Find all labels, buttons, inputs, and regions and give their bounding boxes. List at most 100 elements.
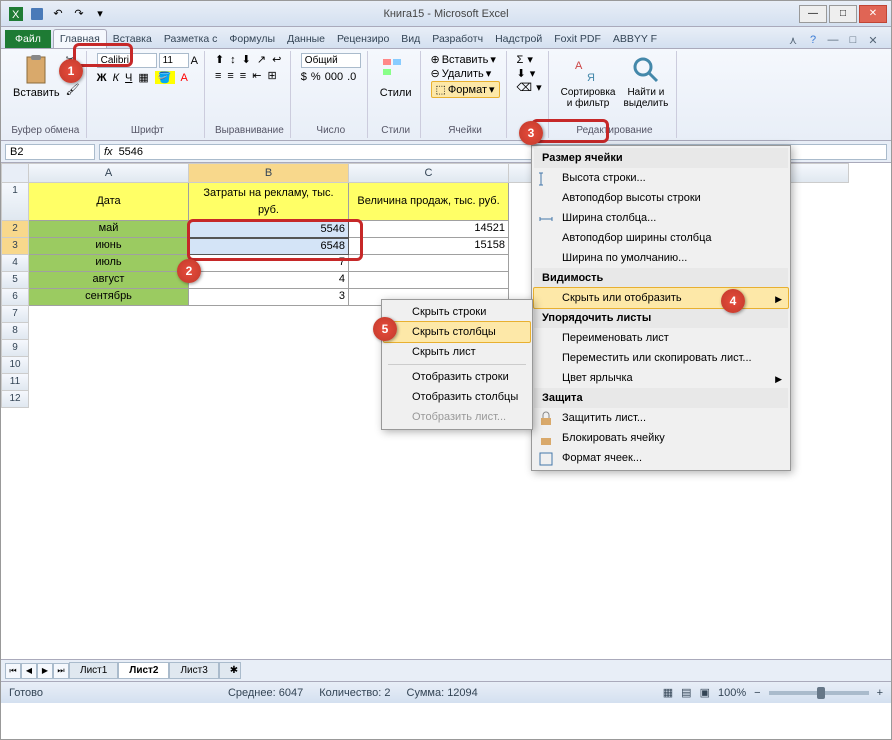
inc-dec-icon[interactable]: .0 xyxy=(347,71,356,83)
format-cells-button[interactable]: ⬚Формат▾ xyxy=(431,81,500,98)
tab-review[interactable]: Рецензиро xyxy=(331,30,395,48)
tab-home[interactable]: Главная xyxy=(53,29,107,48)
menu-autofit-col[interactable]: Автоподбор ширины столбца xyxy=(534,228,788,248)
save-icon[interactable] xyxy=(28,5,46,23)
submenu-show-sheet[interactable]: Отобразить лист... xyxy=(384,407,530,427)
font-size-combo[interactable]: 11 xyxy=(159,53,189,68)
font-color-icon[interactable]: A xyxy=(181,72,188,84)
zoom-level[interactable]: 100% xyxy=(718,687,746,699)
help-icon[interactable]: ? xyxy=(805,32,821,48)
align-right-icon[interactable]: ≡ xyxy=(240,70,246,82)
sheet-tab-2[interactable]: Лист2 xyxy=(118,662,169,679)
sheet-nav-next[interactable]: ▶ xyxy=(37,663,53,679)
row-header-5[interactable]: 5 xyxy=(1,272,29,289)
align-mid-icon[interactable]: ↕ xyxy=(230,54,236,66)
tab-foxit[interactable]: Foxit PDF xyxy=(548,30,607,48)
menu-tab-color[interactable]: Цвет ярлычка▶ xyxy=(534,368,788,388)
minimize-button[interactable]: — xyxy=(799,5,827,23)
percent-icon[interactable]: % xyxy=(311,71,321,83)
row-header-2[interactable]: 2 xyxy=(1,221,29,238)
qat-more-icon[interactable]: ▾ xyxy=(91,5,109,23)
sheet-tab-3[interactable]: Лист3 xyxy=(169,662,218,679)
doc-close-icon[interactable]: ✕ xyxy=(865,32,881,48)
tab-data[interactable]: Данные xyxy=(281,30,331,48)
menu-hide-show[interactable]: Скрыть или отобразить▶ xyxy=(533,287,789,309)
tab-addins[interactable]: Надстрой xyxy=(489,30,548,48)
doc-minimize-icon[interactable]: — xyxy=(825,32,841,48)
view-normal-icon[interactable]: ▦ xyxy=(663,686,673,699)
sheet-nav-prev[interactable]: ◀ xyxy=(21,663,37,679)
col-header-c[interactable]: C xyxy=(349,163,509,183)
fill-color-icon[interactable]: 🪣 xyxy=(155,71,175,84)
row-header-8[interactable]: 8 xyxy=(1,323,29,340)
submenu-hide-cols[interactable]: Скрыть столбцы xyxy=(383,321,531,343)
font-name-combo[interactable]: Calibri xyxy=(97,53,157,68)
name-box[interactable] xyxy=(5,144,95,160)
currency-icon[interactable]: $ xyxy=(301,71,307,83)
select-all-corner[interactable] xyxy=(1,163,29,183)
align-left-icon[interactable]: ≡ xyxy=(215,70,221,82)
tab-insert[interactable]: Вставка xyxy=(107,30,158,48)
comma-icon[interactable]: 000 xyxy=(325,71,343,83)
grow-font-icon[interactable]: A xyxy=(191,55,198,67)
border-icon[interactable]: ▦ xyxy=(138,71,148,84)
row-header-9[interactable]: 9 xyxy=(1,340,29,357)
row-header-1[interactable]: 1 xyxy=(1,183,29,221)
col-header-b[interactable]: B xyxy=(189,163,349,183)
styles-button[interactable]: Стили xyxy=(378,53,414,101)
view-break-icon[interactable]: ▣ xyxy=(700,686,710,699)
orientation-icon[interactable]: ↗ xyxy=(257,53,266,66)
submenu-hide-sheet[interactable]: Скрыть лист xyxy=(384,342,530,362)
fx-icon[interactable]: fx xyxy=(104,146,113,158)
sheet-nav-first[interactable]: ⏮ xyxy=(5,663,21,679)
excel-icon[interactable]: X xyxy=(7,5,25,23)
row-header-4[interactable]: 4 xyxy=(1,255,29,272)
find-select-button[interactable]: Найти и выделить xyxy=(622,53,671,111)
tab-file[interactable]: Файл xyxy=(5,30,51,48)
maximize-button[interactable]: □ xyxy=(829,5,857,23)
submenu-show-rows[interactable]: Отобразить строки xyxy=(384,367,530,387)
underline-button[interactable]: Ч xyxy=(125,72,132,84)
sheet-tab-1[interactable]: Лист1 xyxy=(69,662,118,679)
italic-button[interactable]: К xyxy=(113,72,119,84)
zoom-out-button[interactable]: − xyxy=(754,687,760,699)
sort-filter-button[interactable]: AЯ Сортировка и фильтр xyxy=(559,53,618,111)
align-center-icon[interactable]: ≡ xyxy=(227,70,233,82)
row-header-10[interactable]: 10 xyxy=(1,357,29,374)
doc-restore-icon[interactable]: □ xyxy=(845,32,861,48)
row-header-6[interactable]: 6 xyxy=(1,289,29,306)
tab-developer[interactable]: Разработч xyxy=(426,30,489,48)
paste-button[interactable]: Вставить xyxy=(11,53,62,101)
menu-protect-sheet[interactable]: Защитить лист... xyxy=(534,408,788,428)
format-painter-icon[interactable]: 🖌 xyxy=(66,83,80,96)
zoom-thumb[interactable] xyxy=(817,687,825,699)
col-header-a[interactable]: A xyxy=(29,163,189,183)
zoom-in-button[interactable]: + xyxy=(877,687,883,699)
align-bot-icon[interactable]: ⬇ xyxy=(242,53,251,66)
close-button[interactable]: ✕ xyxy=(859,5,887,23)
submenu-show-cols[interactable]: Отобразить столбцы xyxy=(384,387,530,407)
delete-cells-button[interactable]: ⊖Удалить▾ xyxy=(431,67,492,80)
menu-move-copy[interactable]: Переместить или скопировать лист... xyxy=(534,348,788,368)
menu-row-height[interactable]: Высота строки... xyxy=(534,168,788,188)
ribbon-minimize-icon[interactable]: ⋏ xyxy=(785,32,801,48)
sheet-nav-last[interactable]: ⏭ xyxy=(53,663,69,679)
formula-content[interactable]: 5546 xyxy=(119,146,143,158)
tab-formulas[interactable]: Формулы xyxy=(223,30,281,48)
row-header-12[interactable]: 12 xyxy=(1,391,29,408)
row-header-3[interactable]: 3 xyxy=(1,238,29,255)
menu-default-width[interactable]: Ширина по умолчанию... xyxy=(534,248,788,268)
menu-autofit-row[interactable]: Автоподбор высоты строки xyxy=(534,188,788,208)
view-layout-icon[interactable]: ▤ xyxy=(681,686,691,699)
menu-rename-sheet[interactable]: Переименовать лист xyxy=(534,328,788,348)
submenu-hide-rows[interactable]: Скрыть строки xyxy=(384,302,530,322)
new-sheet-button[interactable]: ✱ xyxy=(219,662,241,679)
number-format-combo[interactable]: Общий xyxy=(301,53,361,68)
bold-button[interactable]: Ж xyxy=(97,72,107,84)
autosum-icon[interactable]: Σ xyxy=(517,54,524,66)
row-header-7[interactable]: 7 xyxy=(1,306,29,323)
menu-format-cells[interactable]: Формат ячеек... xyxy=(534,448,788,468)
tab-layout[interactable]: Разметка с xyxy=(158,30,224,48)
tab-abbyy[interactable]: ABBYY F xyxy=(607,30,663,48)
fill-icon[interactable]: ⬇ xyxy=(517,67,526,80)
